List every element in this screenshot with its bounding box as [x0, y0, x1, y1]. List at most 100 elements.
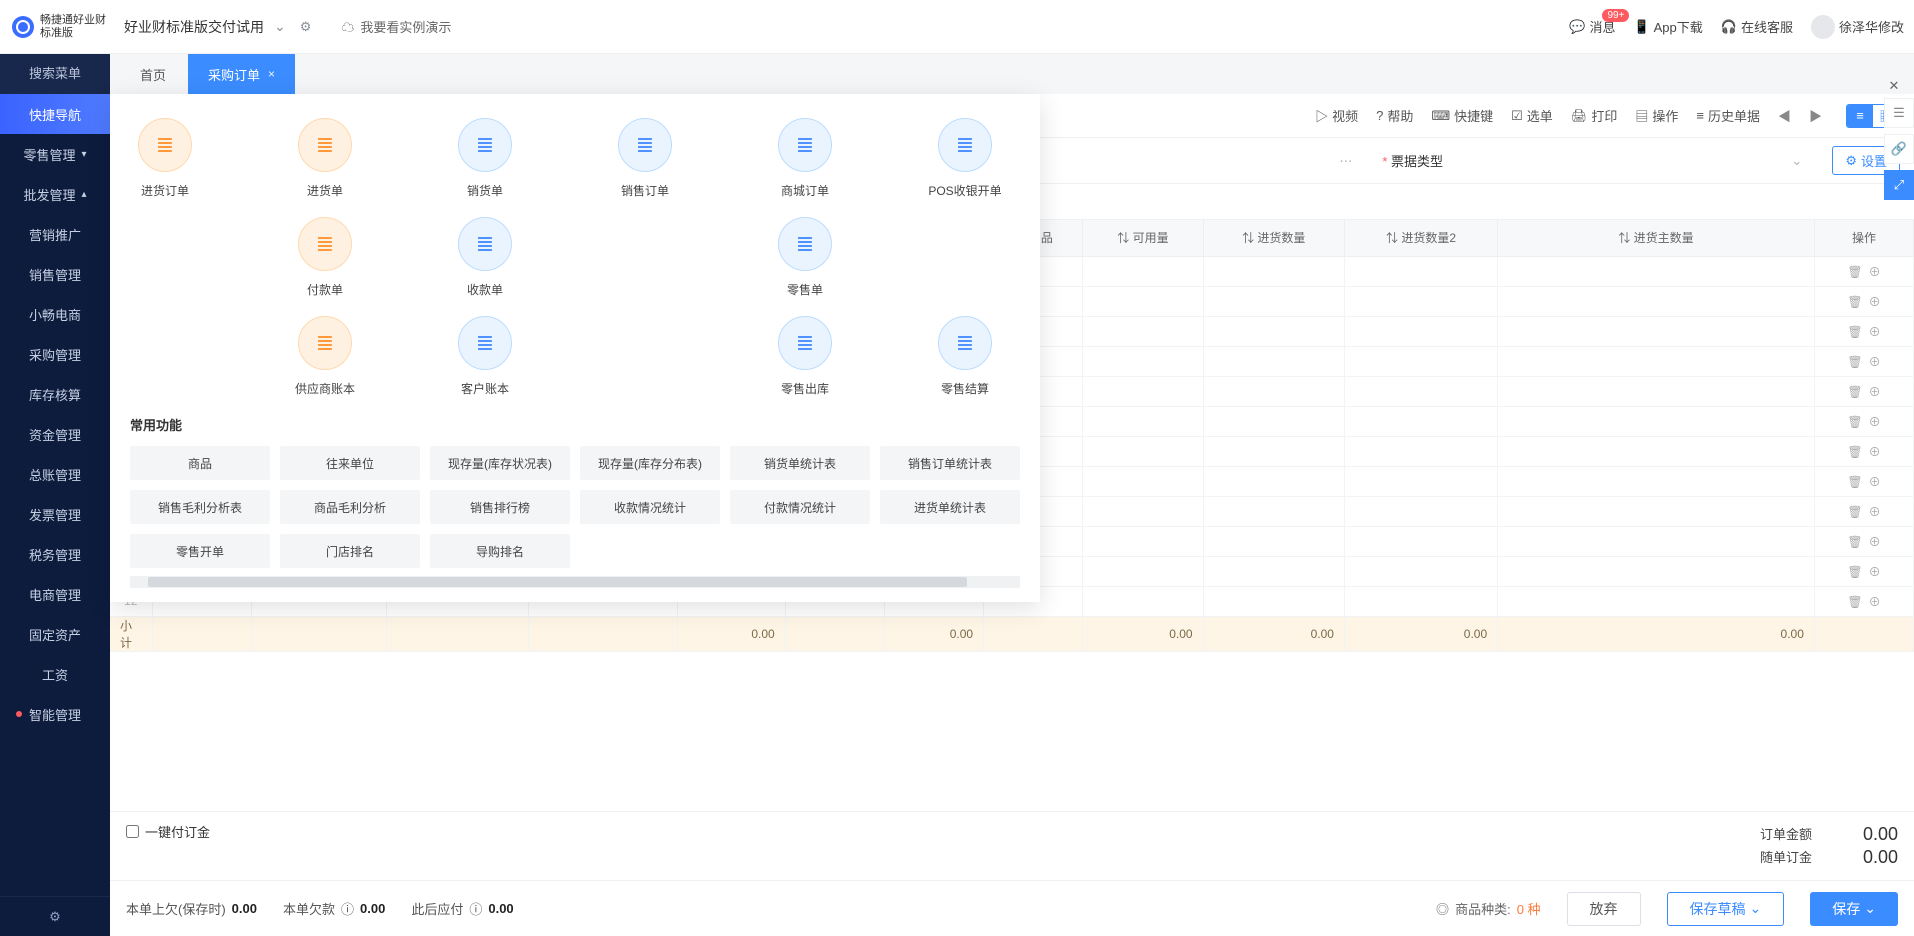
sidebar-item-4[interactable]: 销售管理 [0, 254, 110, 294]
sidebar-item-10[interactable]: 发票管理 [0, 494, 110, 534]
common-function-chip[interactable]: 现存量(库存状况表) [430, 446, 570, 480]
quicknav-node[interactable]: 商城订单 [770, 118, 840, 199]
quicknav-node[interactable]: 供应商账本 [290, 316, 360, 397]
common-function-chip[interactable]: 商品 [130, 446, 270, 480]
more-fields-icon[interactable]: ⋯ [1339, 151, 1352, 170]
dock-btn-3[interactable]: ⤢ [1884, 170, 1914, 200]
delete-row-icon[interactable]: 🗑 [1847, 325, 1862, 339]
customer-service-button[interactable]: 🎧 在线客服 [1721, 17, 1793, 36]
delete-row-icon[interactable]: 🗑 [1847, 415, 1862, 429]
add-row-icon[interactable]: ⊕ [1869, 565, 1881, 579]
add-row-icon[interactable]: ⊕ [1869, 265, 1881, 279]
add-row-icon[interactable]: ⊕ [1869, 295, 1881, 309]
common-function-chip[interactable]: 商品毛利分析 [280, 490, 420, 524]
delete-row-icon[interactable]: 🗑 [1847, 475, 1862, 489]
abandon-button[interactable]: 放弃 [1567, 892, 1641, 926]
common-function-chip[interactable]: 门店排名 [280, 534, 420, 568]
user-menu[interactable]: 徐泽华修改 [1811, 15, 1904, 39]
delete-row-icon[interactable]: 🗑 [1847, 265, 1862, 279]
history-button[interactable]: ≡ 历史单据 [1696, 106, 1760, 125]
org-selector[interactable]: 好业财标准版交付试用 ⌄ [124, 17, 286, 37]
next-doc-button[interactable]: ▶ [1809, 106, 1822, 125]
add-row-icon[interactable]: ⊕ [1869, 595, 1881, 609]
add-row-icon[interactable]: ⊕ [1869, 475, 1881, 489]
sidebar-item-0[interactable]: 快捷导航 [0, 94, 110, 134]
tab-purchase-order[interactable]: 采购订单 × [188, 54, 295, 94]
common-function-chip[interactable]: 现存量(库存分布表) [580, 446, 720, 480]
dock-btn-2[interactable]: 🔗 [1884, 134, 1914, 164]
th-inqty2[interactable]: ⇅ 进货数量2 [1344, 220, 1497, 256]
th-inqty[interactable]: ⇅ 进货数量 [1203, 220, 1344, 256]
deposit-checkbox-input[interactable] [126, 825, 139, 838]
delete-row-icon[interactable]: 🗑 [1847, 595, 1862, 609]
common-function-chip[interactable]: 收款情况统计 [580, 490, 720, 524]
help-button[interactable]: ? 帮助 [1376, 106, 1413, 125]
quicknav-node[interactable]: 销售订单 [610, 118, 680, 199]
invoice-type-field[interactable]: 票据类型 ⌄ [1382, 151, 1802, 170]
add-row-icon[interactable]: ⊕ [1869, 535, 1881, 549]
common-function-chip[interactable]: 导购排名 [430, 534, 570, 568]
add-row-icon[interactable]: ⊕ [1869, 355, 1881, 369]
delete-row-icon[interactable]: 🗑 [1847, 535, 1862, 549]
popover-scrollbar[interactable] [130, 576, 1020, 588]
sidebar-settings-button[interactable]: ⚙ [0, 896, 110, 936]
sidebar-item-15[interactable]: 智能管理 [0, 694, 110, 734]
sidebar-item-7[interactable]: 库存核算 [0, 374, 110, 414]
shortcut-button[interactable]: ⌨ 快捷键 [1431, 106, 1493, 125]
quicknav-node[interactable]: 零售单 [770, 217, 840, 298]
add-row-icon[interactable]: ⊕ [1869, 505, 1881, 519]
delete-row-icon[interactable]: 🗑 [1847, 385, 1862, 399]
add-row-icon[interactable]: ⊕ [1869, 325, 1881, 339]
quicknav-node[interactable]: 销货单 [450, 118, 520, 199]
add-row-icon[interactable]: ⊕ [1869, 385, 1881, 399]
add-row-icon[interactable]: ⊕ [1869, 415, 1881, 429]
deposit-checkbox[interactable]: 一键付订金 [126, 822, 210, 841]
common-function-chip[interactable]: 销售毛利分析表 [130, 490, 270, 524]
common-function-chip[interactable]: 销售排行榜 [430, 490, 570, 524]
operate-button[interactable]: ▤ 操作 [1635, 106, 1678, 125]
quicknav-node[interactable]: 零售出库 [770, 316, 840, 397]
sidebar-item-1[interactable]: 零售管理▾ [0, 134, 110, 174]
common-function-chip[interactable]: 进货单统计表 [880, 490, 1020, 524]
app-download-button[interactable]: 📱 App下载 [1633, 17, 1702, 36]
sidebar-item-12[interactable]: 电商管理 [0, 574, 110, 614]
messages-button[interactable]: 💬 消息 99+ [1569, 17, 1615, 36]
dock-btn-1[interactable]: ☰ [1884, 98, 1914, 128]
quicknav-node[interactable]: 客户账本 [450, 316, 520, 397]
add-row-icon[interactable]: ⊕ [1869, 445, 1881, 459]
th-inmain[interactable]: ⇅ 进货主数量 [1498, 220, 1815, 256]
sidebar-search[interactable]: 搜索菜单 [0, 54, 110, 94]
delete-row-icon[interactable]: 🗑 [1847, 355, 1862, 369]
common-function-chip[interactable]: 销货单统计表 [730, 446, 870, 480]
sidebar-item-3[interactable]: 营销推广 [0, 214, 110, 254]
sidebar-item-14[interactable]: 工资 [0, 654, 110, 694]
select-button[interactable]: ☑ 选单 [1511, 106, 1553, 125]
sidebar-item-13[interactable]: 固定资产 [0, 614, 110, 654]
quicknav-node[interactable]: 进货单 [290, 118, 360, 199]
delete-row-icon[interactable]: 🗑 [1847, 295, 1862, 309]
quicknav-node[interactable]: 进货订单 [130, 118, 200, 199]
quicknav-node[interactable]: POS收银开单 [930, 118, 1000, 199]
tab-close-icon[interactable]: × [268, 67, 275, 81]
quicknav-node[interactable]: 付款单 [290, 217, 360, 298]
help-icon[interactable]: ⓘ [469, 899, 482, 918]
sidebar-item-5[interactable]: 小畅电商 [0, 294, 110, 334]
prev-doc-button[interactable]: ◀ [1778, 106, 1791, 125]
sidebar-item-9[interactable]: 总账管理 [0, 454, 110, 494]
print-button[interactable]: 🖨 打印 [1571, 106, 1618, 125]
common-function-chip[interactable]: 往来单位 [280, 446, 420, 480]
tab-home[interactable]: 首页 [120, 54, 186, 94]
save-button[interactable]: 保存 ⌄ [1810, 892, 1898, 926]
demo-link[interactable]: ☁ 我要看实例演示 [341, 17, 451, 36]
delete-row-icon[interactable]: 🗑 [1847, 565, 1862, 579]
save-draft-button[interactable]: 保存草稿 ⌄ [1667, 892, 1785, 926]
help-icon[interactable]: ⓘ [341, 899, 354, 918]
sidebar-item-8[interactable]: 资金管理 [0, 414, 110, 454]
common-function-chip[interactable]: 销售订单统计表 [880, 446, 1020, 480]
th-avail[interactable]: ⇅ 可用量 [1083, 220, 1203, 256]
quicknav-node[interactable]: 零售结算 [930, 316, 1000, 397]
common-function-chip[interactable]: 零售开单 [130, 534, 270, 568]
quicknav-node[interactable]: 收款单 [450, 217, 520, 298]
delete-row-icon[interactable]: 🗑 [1847, 505, 1862, 519]
view-list-button[interactable]: ≡ [1847, 105, 1873, 127]
